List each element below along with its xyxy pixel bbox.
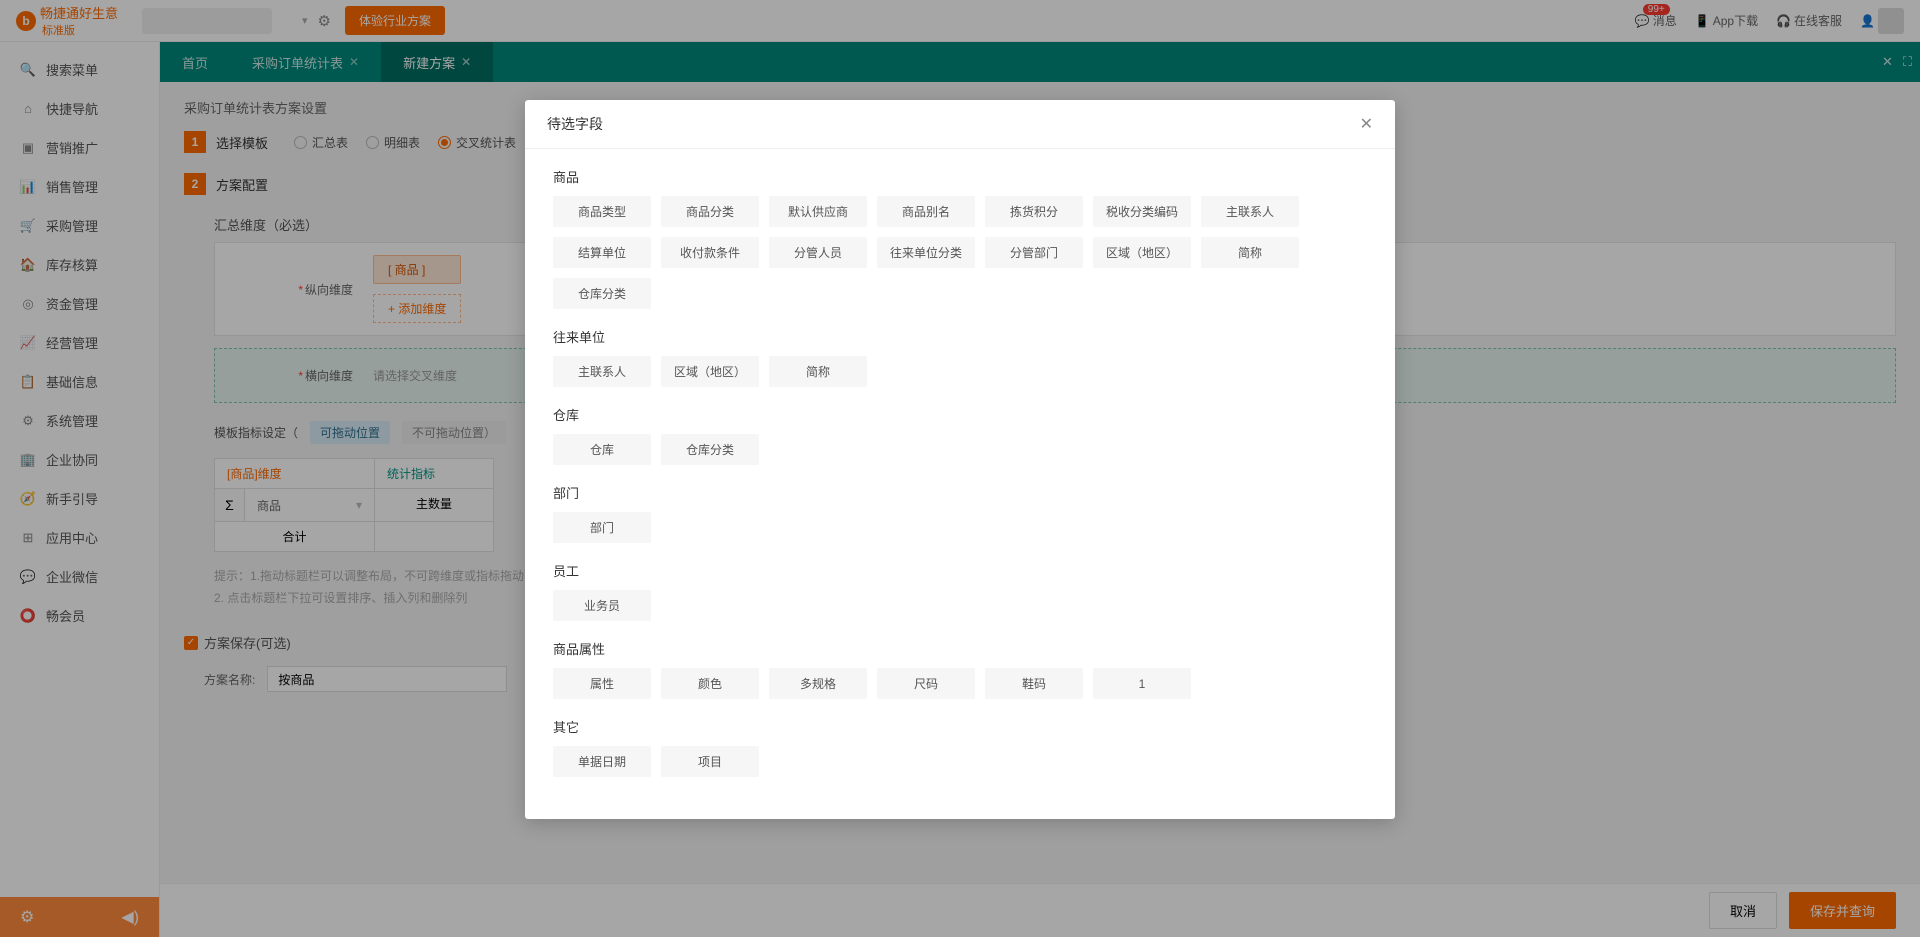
field-chip[interactable]: 多规格 — [769, 668, 867, 699]
field-chip[interactable]: 商品类型 — [553, 196, 651, 227]
field-chip[interactable]: 简称 — [1201, 237, 1299, 268]
field-section-5: 商品属性属性颜色多规格尺码鞋码 1 — [553, 639, 1367, 699]
field-section-4: 员工业务员 — [553, 561, 1367, 621]
field-chip[interactable]: 属性 — [553, 668, 651, 699]
field-chip[interactable]: 仓库分类 — [661, 434, 759, 465]
field-chip[interactable]: 尺码 — [877, 668, 975, 699]
field-section-2: 仓库仓库仓库分类 — [553, 405, 1367, 465]
field-chip[interactable]: 颜色 — [661, 668, 759, 699]
field-section-0: 商品商品类型商品分类默认供应商商品别名拣货积分税收分类编码主联系人结算单位收付款… — [553, 167, 1367, 309]
field-chip[interactable]: 主联系人 — [1201, 196, 1299, 227]
field-chip[interactable]: 1 — [1093, 668, 1191, 699]
field-chip[interactable]: 鞋码 — [985, 668, 1083, 699]
field-section-3: 部门部门 — [553, 483, 1367, 543]
field-chip[interactable]: 单据日期 — [553, 746, 651, 777]
field-chip[interactable]: 分管人员 — [769, 237, 867, 268]
field-section-6: 其它单据日期项目 — [553, 717, 1367, 777]
field-chip[interactable]: 默认供应商 — [769, 196, 867, 227]
field-section-title: 商品属性 — [553, 639, 1367, 658]
field-chip[interactable]: 拣货积分 — [985, 196, 1083, 227]
field-chip[interactable]: 往来单位分类 — [877, 237, 975, 268]
field-section-1: 往来单位主联系人区域（地区） 简称 — [553, 327, 1367, 387]
field-chip[interactable]: 结算单位 — [553, 237, 651, 268]
field-selector-modal: 待选字段 ✕ 商品商品类型商品分类默认供应商商品别名拣货积分税收分类编码主联系人… — [525, 100, 1395, 819]
field-chip[interactable]: 业务员 — [553, 590, 651, 621]
field-chip[interactable]: 分管部门 — [985, 237, 1083, 268]
field-section-title: 往来单位 — [553, 327, 1367, 346]
field-chip[interactable]: 商品别名 — [877, 196, 975, 227]
field-chip[interactable]: 主联系人 — [553, 356, 651, 387]
field-chip[interactable]: 仓库 — [553, 434, 651, 465]
field-chip[interactable]: 部门 — [553, 512, 651, 543]
field-chip[interactable]: 收付款条件 — [661, 237, 759, 268]
modal-close-button[interactable]: ✕ — [1360, 114, 1373, 134]
field-chip[interactable]: 仓库分类 — [553, 278, 651, 309]
field-section-title: 商品 — [553, 167, 1367, 186]
field-chip[interactable]: 区域（地区） — [661, 356, 759, 387]
field-chip[interactable]: 商品分类 — [661, 196, 759, 227]
modal-title: 待选字段 — [547, 114, 603, 134]
field-section-title: 仓库 — [553, 405, 1367, 424]
field-chip[interactable]: 简称 — [769, 356, 867, 387]
field-section-title: 员工 — [553, 561, 1367, 580]
field-chip[interactable]: 税收分类编码 — [1093, 196, 1191, 227]
field-section-title: 部门 — [553, 483, 1367, 502]
field-chip[interactable]: 项目 — [661, 746, 759, 777]
field-chip[interactable]: 区域（地区） — [1093, 237, 1191, 268]
field-section-title: 其它 — [553, 717, 1367, 736]
